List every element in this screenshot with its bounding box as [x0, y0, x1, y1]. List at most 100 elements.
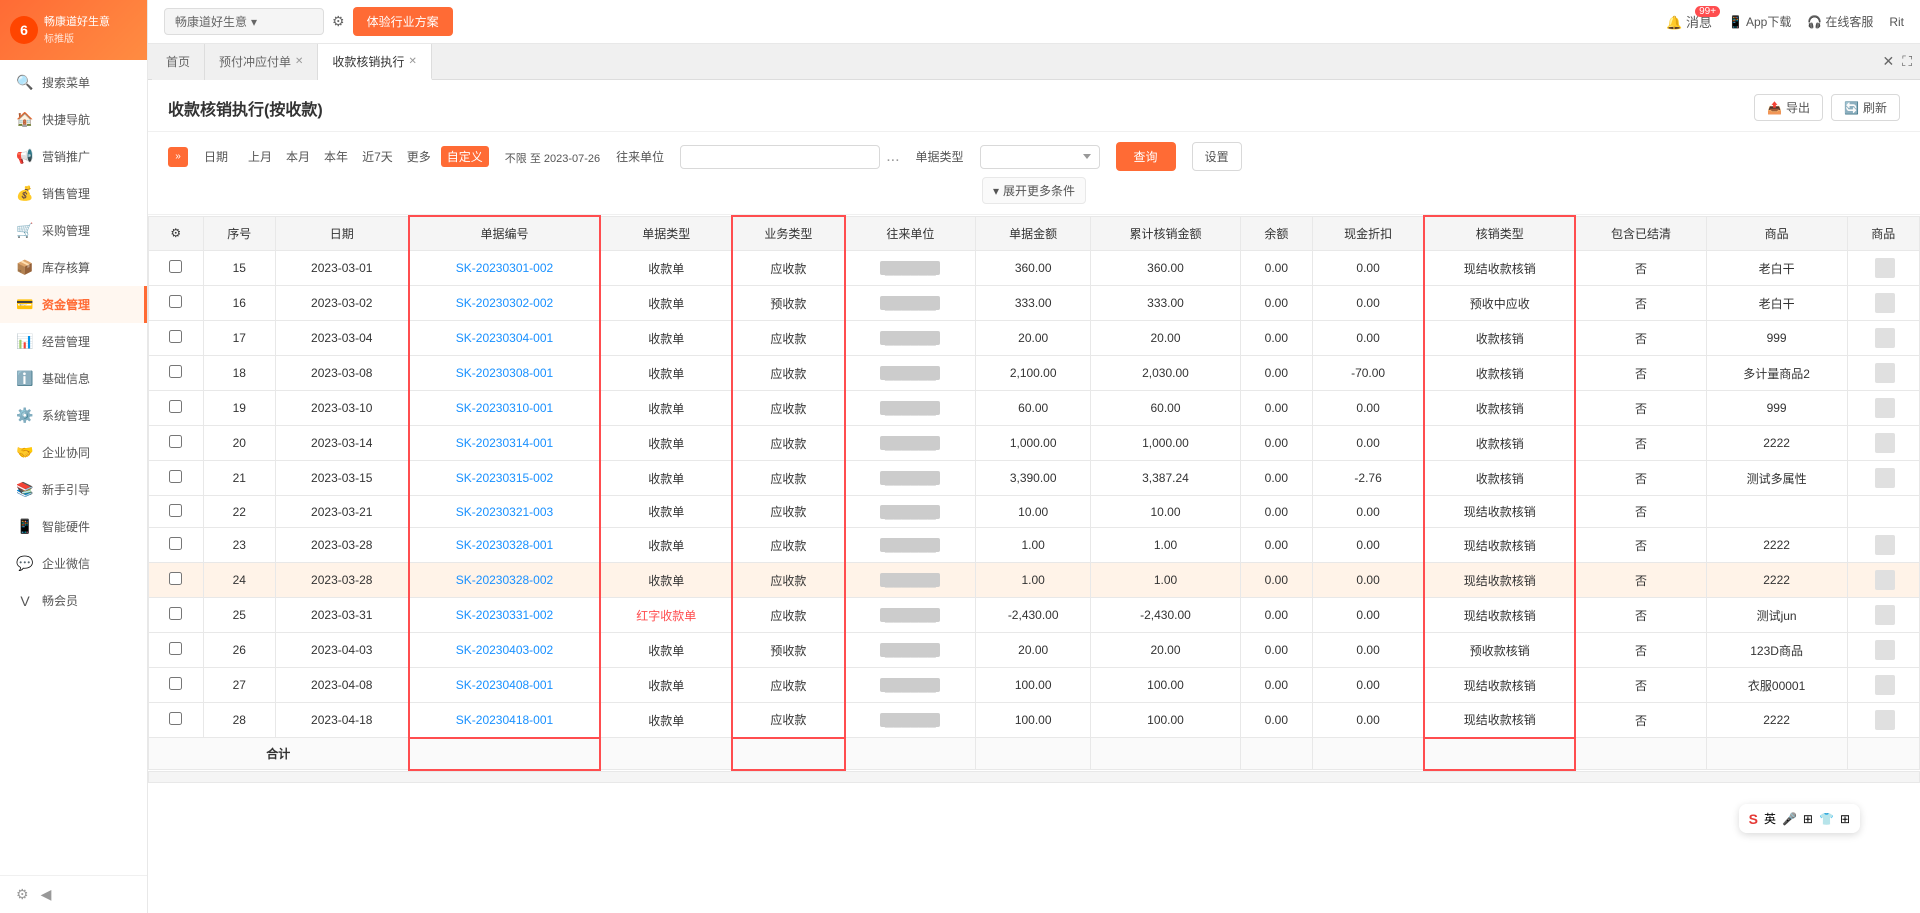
- this-year-btn[interactable]: 本年: [320, 146, 352, 167]
- row-checkbox[interactable]: [149, 496, 204, 528]
- doc-no-link[interactable]: SK-20230321-003: [456, 505, 553, 519]
- sidebar-item-search[interactable]: 🔍 搜索菜单: [0, 64, 147, 101]
- row-goods-img: [1847, 703, 1919, 738]
- last-month-btn[interactable]: 上月: [244, 146, 276, 167]
- row-date: 2023-03-04: [275, 321, 408, 356]
- search-icon: 🔍: [16, 74, 34, 91]
- tab-prepay[interactable]: 预付冲应付单✕: [205, 44, 318, 80]
- sidebar-item-basic[interactable]: ℹ️ 基础信息: [0, 360, 147, 397]
- notification-button[interactable]: 🔔 消息 99+: [1666, 12, 1712, 31]
- sidebar-item-system[interactable]: ⚙️ 系统管理: [0, 397, 147, 434]
- shirt-icon[interactable]: 👕: [1819, 812, 1834, 826]
- collapse-icon[interactable]: ◀: [41, 886, 52, 903]
- filter-row: » 日期 上月 本月 本年 近7天 更多 自定义 不限 至 2023-07-26…: [168, 142, 1900, 171]
- sidebar-item-enterprise[interactable]: 🤝 企业协同: [0, 434, 147, 471]
- this-month-btn[interactable]: 本月: [282, 146, 314, 167]
- doc-no-link[interactable]: SK-20230308-001: [456, 366, 553, 380]
- headset-icon: 🎧: [1807, 15, 1822, 29]
- sidebar-item-guide[interactable]: 📚 新手引导: [0, 471, 147, 508]
- row-goods: 多计量商品2: [1706, 356, 1847, 391]
- doc-no-link[interactable]: SK-20230315-002: [456, 471, 553, 485]
- doc-type-select[interactable]: [980, 145, 1100, 169]
- tab-receipt-verify[interactable]: 收款核销执行 ✕: [318, 44, 431, 80]
- sidebar-item-operations[interactable]: 📊 经营管理: [0, 323, 147, 360]
- row-checkbox[interactable]: [149, 356, 204, 391]
- row-checkbox[interactable]: [149, 668, 204, 703]
- sidebar-item-member[interactable]: V 畅会员: [0, 582, 147, 619]
- row-checkbox[interactable]: [149, 251, 204, 286]
- row-checkbox[interactable]: [149, 321, 204, 356]
- more-icon[interactable]: ...: [886, 148, 899, 166]
- row-doctype: 收款单: [600, 633, 732, 668]
- row-checkbox[interactable]: [149, 528, 204, 563]
- row-doctype: 收款单: [600, 703, 732, 738]
- table-row: 21 2023-03-15 SK-20230315-002 收款单 应收款 ██…: [149, 461, 1920, 496]
- export-button[interactable]: 📤 导出: [1754, 94, 1823, 121]
- refresh-button[interactable]: 🔄 刷新: [1831, 94, 1900, 121]
- col-gear-header[interactable]: ⚙: [149, 216, 204, 251]
- breadcrumb[interactable]: 畅康道好生意 ▾: [164, 8, 324, 35]
- custom-date-btn[interactable]: 自定义: [441, 146, 489, 167]
- doc-no-link[interactable]: SK-20230304-001: [456, 331, 553, 345]
- solution-button[interactable]: 体验行业方案: [353, 7, 453, 36]
- row-checkbox[interactable]: [149, 598, 204, 633]
- row-goods: 测试jun: [1706, 598, 1847, 633]
- row-docamount: 1.00: [976, 528, 1091, 563]
- more-date-btn[interactable]: 更多: [403, 146, 435, 167]
- doc-no-link[interactable]: SK-20230328-002: [456, 573, 553, 587]
- member-icon: V: [16, 593, 34, 609]
- microphone-icon[interactable]: 🎤: [1782, 812, 1797, 826]
- doc-no-link[interactable]: SK-20230403-002: [456, 643, 553, 657]
- tab-close-prepay[interactable]: ✕: [295, 56, 303, 67]
- row-checkbox[interactable]: [149, 703, 204, 738]
- row-checkbox[interactable]: [149, 633, 204, 668]
- row-docamount: 20.00: [976, 321, 1091, 356]
- keyboard-icon[interactable]: ⊞: [1803, 812, 1813, 826]
- doc-no-link[interactable]: SK-20230302-002: [456, 296, 553, 310]
- expand-filter-button[interactable]: ▾ 展开更多条件: [982, 177, 1086, 204]
- settings-icon[interactable]: ⚙: [16, 886, 29, 903]
- tab-close-receipt-verify[interactable]: ✕: [408, 56, 416, 67]
- sidebar-item-sales[interactable]: 💰 销售管理: [0, 175, 147, 212]
- row-checkbox[interactable]: [149, 563, 204, 598]
- row-checkbox[interactable]: [149, 461, 204, 496]
- counterparty-input[interactable]: [680, 145, 880, 169]
- filter-settings-button[interactable]: 设置: [1192, 142, 1242, 171]
- sidebar-label-finance: 资金管理: [42, 296, 90, 313]
- row-includesettled: 否: [1575, 251, 1706, 286]
- sidebar-item-inventory[interactable]: 📦 库存核算: [0, 249, 147, 286]
- doc-no-link[interactable]: SK-20230301-002: [456, 261, 553, 275]
- sidebar-item-hardware[interactable]: 📱 智能硬件: [0, 508, 147, 545]
- doc-no-link[interactable]: SK-20230331-002: [456, 608, 553, 622]
- doc-no-link[interactable]: SK-20230328-001: [456, 538, 553, 552]
- maximize-tab-button[interactable]: ⛶: [1902, 53, 1912, 70]
- grid-icon[interactable]: ⊞: [1840, 812, 1850, 826]
- row-checkbox[interactable]: [149, 426, 204, 461]
- row-totalverify: 10.00: [1091, 496, 1240, 528]
- sidebar-item-wechat[interactable]: 💬 企业微信: [0, 545, 147, 582]
- tab-home[interactable]: 首页: [152, 44, 205, 80]
- row-docno: SK-20230408-001: [409, 668, 601, 703]
- online-service-button[interactable]: 🎧 在线客服: [1807, 13, 1873, 30]
- sidebar-item-marketing[interactable]: 📢 营销推广: [0, 138, 147, 175]
- sidebar-item-purchase[interactable]: 🛒 采购管理: [0, 212, 147, 249]
- row-checkbox[interactable]: [149, 286, 204, 321]
- close-tab-button[interactable]: ✕: [1882, 53, 1894, 70]
- col-settings-icon[interactable]: ⚙: [170, 226, 181, 240]
- sidebar-item-finance[interactable]: 💳 资金管理: [0, 286, 147, 323]
- doc-no-link[interactable]: SK-20230310-001: [456, 401, 553, 415]
- row-checkbox[interactable]: [149, 391, 204, 426]
- gear-icon[interactable]: ⚙: [332, 13, 345, 30]
- query-button[interactable]: 查询: [1116, 142, 1176, 171]
- row-doctype: 收款单: [600, 426, 732, 461]
- horizontal-scrollbar[interactable]: [148, 771, 1920, 783]
- tab-label-receipt-verify: 收款核销执行: [332, 53, 404, 70]
- sidebar-item-shortcut[interactable]: 🏠 快捷导航: [0, 101, 147, 138]
- filter-toggle-button[interactable]: »: [168, 147, 188, 167]
- doc-no-link[interactable]: SK-20230418-001: [456, 713, 553, 727]
- last-7days-btn[interactable]: 近7天: [358, 146, 397, 167]
- doc-no-link[interactable]: SK-20230314-001: [456, 436, 553, 450]
- row-balance: 0.00: [1240, 321, 1312, 356]
- doc-no-link[interactable]: SK-20230408-001: [456, 678, 553, 692]
- app-download-button[interactable]: 📱 App下载: [1728, 13, 1791, 30]
